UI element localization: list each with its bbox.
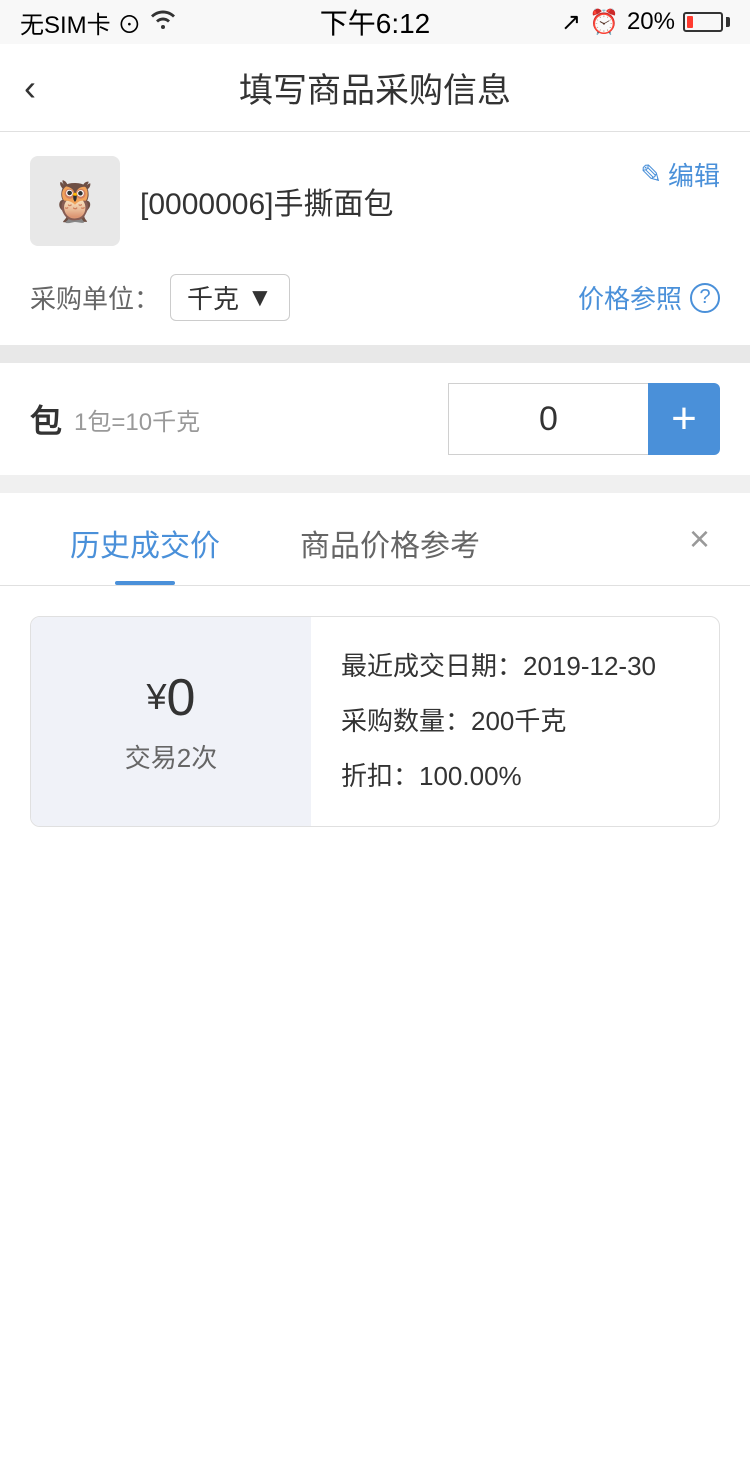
purchase-quantity-row: 采购数量：200千克 (341, 702, 689, 741)
unit-dropdown[interactable]: 千克 ▼ (170, 274, 290, 321)
quantity-plus-button[interactable]: + (648, 383, 720, 455)
edit-icon: ✎ (640, 159, 662, 190)
nav-bar: ‹ 填写商品采购信息 (0, 44, 750, 132)
page-title: 填写商品采购信息 (239, 63, 511, 112)
edit-label: 编辑 (668, 156, 720, 193)
alarm-icon: ⏰ (589, 8, 619, 37)
price-ref-button[interactable]: 价格参照 ? (578, 279, 720, 316)
tab-history-price[interactable]: 历史成交价 (30, 493, 260, 585)
discount-row: 折扣：100.00% (341, 757, 689, 796)
tab-header: 历史成交价 商品价格参考 × (0, 493, 750, 586)
price-ref-label: 价格参照 (578, 279, 682, 316)
quantity-detail-value: 200千克 (471, 706, 566, 736)
tabs-row: 历史成交价 商品价格参考 (30, 493, 520, 585)
help-icon: ? (690, 283, 720, 313)
unit-value: 千克 (187, 279, 239, 316)
card-price-section: ¥0 交易2次 (31, 617, 311, 826)
tab-close-button[interactable]: × (679, 508, 720, 570)
status-left: 无SIM卡 ⊙ (20, 5, 177, 40)
tab-product-price-ref[interactable]: 商品价格参考 (260, 493, 520, 585)
history-card: ¥0 交易2次 最近成交日期：2019-12-30 采购数量：200千克 折扣：… (30, 616, 720, 827)
carrier-text: 无SIM卡 ⊙ (20, 5, 141, 40)
product-unit-row: 采购单位： 千克 ▼ 价格参照 ? (30, 266, 720, 321)
dropdown-arrow-icon: ▼ (247, 282, 273, 313)
product-image: 🦉 (30, 156, 120, 246)
quantity-section: 包 1包=10千克 + (0, 363, 750, 475)
discount-value: 100.00% (419, 761, 522, 791)
product-logo-icon: 🦉 (50, 178, 100, 225)
recent-date-value: 2019-12-30 (523, 651, 656, 681)
quantity-unit-badge: 包 (30, 396, 62, 442)
quantity-label: 包 1包=10千克 (30, 396, 200, 442)
quantity-input-group: + (448, 383, 720, 455)
product-left: 🦉 [0000006]手撕面包 (30, 156, 393, 246)
card-trades: 交易2次 (125, 738, 217, 775)
edit-button[interactable]: ✎ 编辑 (640, 156, 720, 193)
lower-area (0, 857, 750, 1457)
product-section: 🦉 [0000006]手撕面包 ✎ 编辑 采购单位： 千克 ▼ 价格参照 ? (0, 132, 750, 345)
back-button[interactable]: ‹ (24, 67, 36, 109)
recent-date-label: 最近成交日期： (341, 651, 523, 681)
recent-date-row: 最近成交日期：2019-12-30 (341, 647, 689, 686)
product-name: [0000006]手撕面包 (140, 179, 393, 223)
wifi-icon (149, 8, 177, 37)
card-price-value: ¥0 (147, 668, 196, 728)
price-number: 0 (167, 669, 196, 727)
status-right: ↗ ⏰ 20% (561, 8, 730, 37)
unit-left: 采购单位： 千克 ▼ (30, 274, 290, 321)
card-detail-section: 最近成交日期：2019-12-30 采购数量：200千克 折扣：100.00% (311, 617, 719, 826)
location-icon: ↗ (561, 8, 581, 37)
unit-label: 采购单位： (30, 279, 160, 316)
battery-icon (683, 12, 730, 32)
quantity-detail-label: 采购数量： (341, 706, 471, 736)
quantity-conversion: 1包=10千克 (74, 402, 200, 437)
battery-text: 20% (627, 8, 675, 36)
product-header: 🦉 [0000006]手撕面包 ✎ 编辑 (30, 156, 720, 246)
discount-label: 折扣： (341, 761, 419, 791)
section-divider (0, 345, 750, 363)
quantity-input[interactable] (448, 383, 648, 455)
tab-panel: 历史成交价 商品价格参考 × ¥0 交易2次 最近成交日期：2019-12-30… (0, 493, 750, 857)
status-time: 下午6:12 (320, 2, 431, 42)
status-bar: 无SIM卡 ⊙ 下午6:12 ↗ ⏰ 20% (0, 0, 750, 44)
currency-symbol: ¥ (147, 676, 167, 718)
history-content: ¥0 交易2次 最近成交日期：2019-12-30 采购数量：200千克 折扣：… (0, 586, 750, 857)
